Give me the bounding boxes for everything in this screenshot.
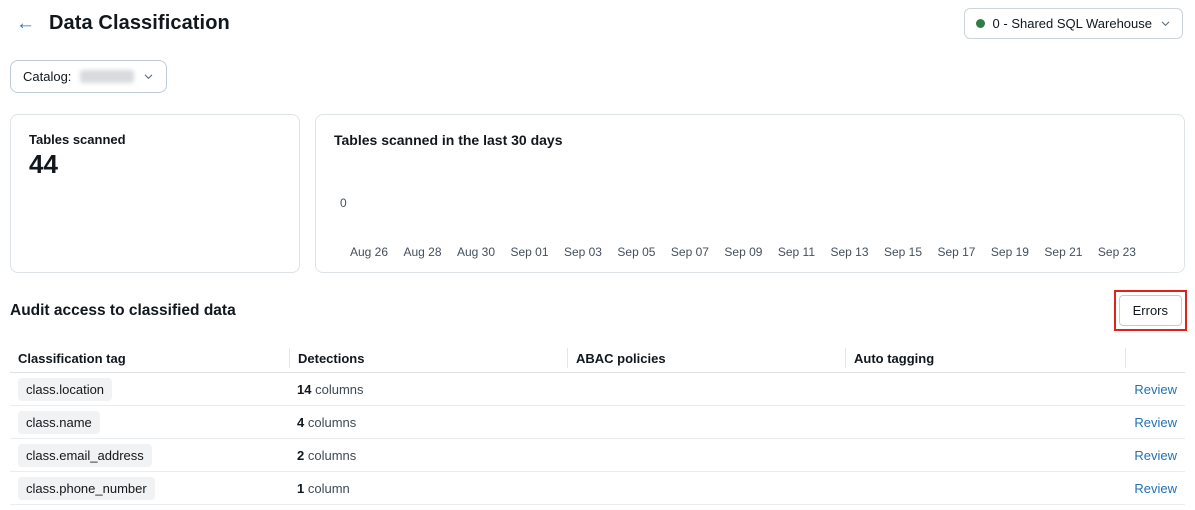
detections-unit: columns — [307, 447, 357, 463]
x-axis-tick: Sep 01 — [510, 245, 549, 259]
detections-count: 4 — [297, 414, 305, 430]
col-header-auto-tagging[interactable]: Auto tagging — [845, 348, 1125, 368]
col-header-classification-tag[interactable]: Classification tag — [10, 348, 289, 368]
warehouse-status-dot-icon — [975, 19, 985, 28]
review-link[interactable]: Review — [1134, 481, 1177, 496]
x-axis-tick: Sep 03 — [563, 245, 602, 259]
x-axis-tick: Aug 30 — [456, 245, 496, 259]
back-arrow-icon[interactable]: ← — [16, 14, 35, 33]
detections-unit: columns — [307, 414, 357, 430]
x-axis-tick: Sep 07 — [670, 245, 709, 259]
table-row: class.location 14 columns Review — [10, 373, 1185, 406]
x-axis-tick: Sep 19 — [990, 245, 1029, 259]
classification-tag-chip: class.name — [18, 410, 100, 434]
x-axis-tick: Sep 11 — [777, 245, 816, 259]
catalog-filter[interactable]: Catalog: — [10, 60, 168, 93]
detections-unit: column — [307, 480, 350, 496]
actions-cell: Review — [1125, 481, 1185, 496]
actions-cell: Review — [1125, 415, 1185, 430]
warehouse-selector-label: 0 - Shared SQL Warehouse — [992, 16, 1152, 31]
detections-cell: 14 columns — [289, 382, 567, 397]
x-axis-tick: Sep 09 — [724, 245, 763, 259]
detections-cell: 4 columns — [289, 415, 567, 430]
review-link[interactable]: Review — [1134, 415, 1177, 430]
x-axis-labels: Aug 26 Aug 28 Aug 30 Sep 01 Sep 03 Sep 0… — [350, 245, 1136, 259]
top-bar: ← Data Classification 0 - Shared SQL War… — [0, 0, 1195, 39]
detections-cell: 2 columns — [289, 448, 567, 463]
detections-unit: columns — [315, 381, 364, 397]
tables-scanned-title: Tables scanned — [29, 132, 126, 147]
x-axis-tick: Sep 13 — [830, 245, 869, 259]
audit-section-title: Audit access to classified data — [10, 301, 236, 319]
summary-cards: Tables scanned 44 Tables scanned in the … — [10, 114, 1185, 273]
page-title: Data Classification — [49, 12, 230, 34]
x-axis-tick: Sep 17 — [937, 245, 976, 259]
errors-annotation-highlight: Errors — [1113, 290, 1187, 331]
classification-tag-cell: class.location — [10, 377, 289, 401]
detections-count: 2 — [297, 447, 305, 463]
y-axis-tick: 0 — [340, 196, 347, 210]
detections-count: 14 — [297, 381, 312, 397]
title-group: ← Data Classification — [16, 12, 230, 35]
x-axis-tick: Sep 23 — [1097, 245, 1136, 259]
classification-tag-chip: class.phone_number — [18, 476, 155, 500]
detections-cell: 1 column — [289, 481, 567, 496]
x-axis-tick: Sep 05 — [617, 245, 656, 259]
review-link[interactable]: Review — [1134, 448, 1177, 463]
classification-tag-chip: class.email_address — [18, 443, 152, 467]
col-header-actions — [1125, 348, 1185, 368]
chart-title: Tables scanned in the last 30 days — [334, 132, 563, 148]
review-link[interactable]: Review — [1134, 382, 1177, 397]
table-row: class.name 4 columns Review — [10, 406, 1185, 439]
catalog-filter-label: Catalog: — [23, 69, 72, 84]
col-header-abac-policies[interactable]: ABAC policies — [567, 348, 845, 368]
col-header-detections[interactable]: Detections — [289, 348, 567, 368]
tables-scanned-value: 44 — [29, 149, 58, 179]
x-axis-tick: Aug 26 — [350, 245, 389, 259]
classification-tag-chip: class.location — [18, 377, 113, 401]
chevron-down-icon — [145, 74, 153, 79]
table-row: class.email_address 2 columns Review — [10, 439, 1185, 472]
table-header-row: Classification tag Detections ABAC polic… — [10, 344, 1185, 373]
warehouse-selector[interactable]: 0 - Shared SQL Warehouse — [963, 8, 1183, 39]
classification-tag-cell: class.phone_number — [10, 476, 289, 500]
x-axis-tick: Sep 21 — [1044, 245, 1083, 259]
classification-tag-cell: class.email_address — [10, 443, 289, 467]
classification-table: Classification tag Detections ABAC polic… — [10, 344, 1185, 505]
catalog-value-redacted — [80, 70, 135, 83]
errors-button[interactable]: Errors — [1118, 295, 1182, 326]
chevron-down-icon — [1161, 21, 1170, 26]
actions-cell: Review — [1125, 382, 1185, 397]
x-axis-tick: Sep 15 — [883, 245, 922, 259]
actions-cell: Review — [1125, 448, 1185, 463]
detections-count: 1 — [297, 480, 305, 496]
tables-scanned-chart-card: Tables scanned in the last 30 days 0 Aug… — [315, 114, 1185, 273]
audit-section-header: Audit access to classified data Errors — [10, 290, 1187, 331]
x-axis-tick: Aug 28 — [403, 245, 442, 259]
table-row: class.phone_number 1 column Review — [10, 472, 1185, 505]
tables-scanned-card: Tables scanned 44 — [10, 114, 300, 273]
data-classification-page: ← Data Classification 0 - Shared SQL War… — [0, 0, 1195, 505]
classification-tag-cell: class.name — [10, 410, 289, 434]
